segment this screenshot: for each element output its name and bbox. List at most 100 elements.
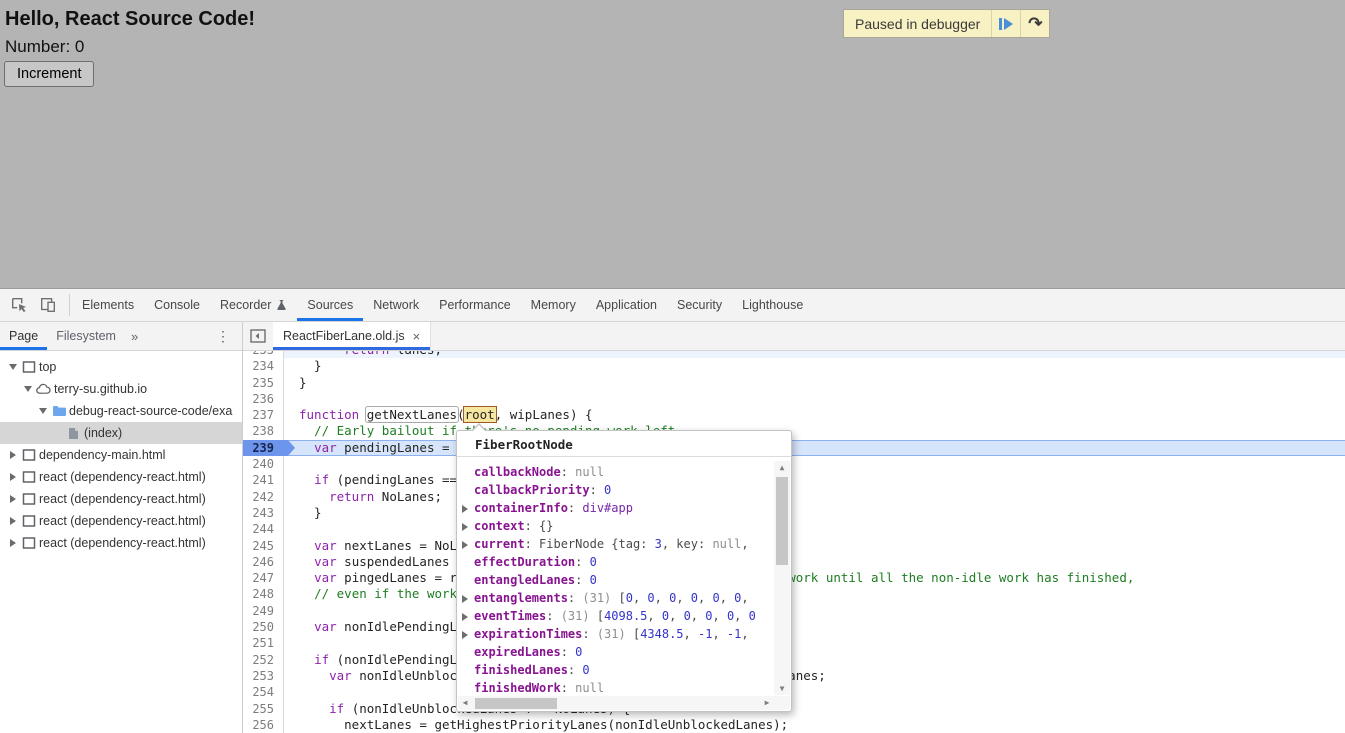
step-over-icon: ↷ [1028,14,1043,33]
code-line-247: 247 var pingedLanes = root.pingedLanes; … [243,570,1345,587]
tab-memory[interactable]: Memory [521,289,586,321]
tree-caret-icon[interactable] [6,451,19,459]
popover-horizontal-scrollbar[interactable]: ◀ ▶ [458,696,790,710]
tab-application[interactable]: Application [586,289,667,321]
more-tabs-button[interactable]: » [125,329,144,344]
tree-item--index-[interactable]: (index) [0,422,242,444]
hide-navigator-icon[interactable] [243,322,273,350]
line-number-256[interactable]: 256 [243,716,284,733]
tree-item-debug-react-source-code-exa[interactable]: debug-react-source-code/exa [0,400,242,422]
code-line-248: 248 // even if the work is suspended. [243,586,1345,603]
tree-caret-icon[interactable] [6,539,19,547]
step-over-button[interactable]: ↷ [1020,10,1049,37]
line-number-237[interactable]: 237 [243,407,284,424]
expand-arrow-icon[interactable] [462,594,468,603]
tree-caret-icon[interactable] [6,364,19,370]
property-name: finishedLanes [474,663,568,677]
code-line-251: 251 [243,635,1345,652]
property-callbackNode: callbackNode: null [474,465,605,479]
increment-button[interactable]: Increment [4,61,95,87]
toolbar-divider [69,294,70,316]
tree-item-react-dependency-react-html-[interactable]: react (dependency-react.html) [0,510,242,532]
expand-arrow-icon[interactable] [462,522,468,531]
tree-item-react-dependency-react-html-[interactable]: react (dependency-react.html) [0,532,242,554]
horizontal-scroll-thumb[interactable] [475,697,557,709]
line-number-250[interactable]: 250 [243,619,284,636]
property-name: entangledLanes [474,573,576,587]
tab-network[interactable]: Network [363,289,429,321]
line-number-245[interactable]: 245 [243,537,284,554]
expand-arrow-icon[interactable] [462,504,468,513]
code-text: } [299,358,322,374]
line-number-249[interactable]: 249 [243,602,284,620]
tree-caret-icon[interactable] [6,473,19,481]
popover-vertical-scrollbar[interactable]: ▲ ▼ [774,461,790,695]
tree-item-react-dependency-react-html-[interactable]: react (dependency-react.html) [0,466,242,488]
code-text: // Early bailout if there's no pending w… [314,423,683,439]
line-number-244[interactable]: 244 [243,521,284,538]
tree-item-react-dependency-react-html-[interactable]: react (dependency-react.html) [0,488,242,510]
line-number-238[interactable]: 238 [243,423,284,440]
line-number-235[interactable]: 235 [243,374,284,391]
line-number-240[interactable]: 240 [243,456,284,473]
code-text: function getNextLanes(root, wipLanes) { [299,406,593,424]
scroll-up-icon[interactable]: ▲ [774,461,790,474]
navigator-tab-filesystem[interactable]: Filesystem [47,322,125,350]
navigator-tab-page[interactable]: Page [0,322,48,350]
code-text: if (nonIdlePendingLanes !== NoLanes) { [314,651,600,667]
expand-arrow-icon[interactable] [462,612,468,621]
line-number-233[interactable]: 233 [243,351,284,359]
property-entangledLanes: entangledLanes: 0 [474,573,597,587]
line-number-242[interactable]: 242 [243,488,284,505]
code-line-252: 252 if (nonIdlePendingLanes !== NoLanes)… [243,651,1345,668]
tree-caret-icon[interactable] [6,495,19,503]
inspect-element-icon[interactable] [9,295,29,315]
scroll-right-icon[interactable]: ▶ [760,696,774,710]
tab-performance[interactable]: Performance [429,289,521,321]
line-number-248[interactable]: 248 [243,586,284,603]
tree-item-dependency-main-html[interactable]: dependency-main.html [0,444,242,466]
scroll-down-icon[interactable]: ▼ [774,682,790,695]
line-number-234[interactable]: 234 [243,358,284,375]
line-number-253[interactable]: 253 [243,667,284,685]
code-text: var nonIdleUnblockedLanes = nonIdlePendi… [329,667,826,683]
tab-lighthouse[interactable]: Lighthouse [732,289,813,321]
tree-caret-icon[interactable] [21,386,34,392]
line-number-239[interactable]: 239 [243,439,284,457]
tab-recorder[interactable]: Recorder [210,289,297,321]
vertical-scroll-thumb[interactable] [776,477,788,565]
scroll-left-icon[interactable]: ◀ [458,696,472,710]
frame-icon [19,360,38,374]
tab-elements[interactable]: Elements [72,289,144,321]
tree-caret-icon[interactable] [6,517,19,525]
tab-console[interactable]: Console [144,289,210,321]
line-number-255[interactable]: 255 [243,700,284,717]
resume-script-button[interactable] [991,10,1020,37]
file-tab-reactfiberlane[interactable]: ReactFiberLane.old.js × [273,322,432,350]
tab-security[interactable]: Security [667,289,732,321]
tree-item-label: react (dependency-react.html) [39,492,206,506]
line-number-243[interactable]: 243 [243,504,284,522]
property-name: effectDuration [474,555,576,569]
code-text: var nextLanes = NoLanes; [314,537,495,553]
close-tab-icon[interactable]: × [413,329,421,344]
tree-caret-icon[interactable] [36,408,49,414]
line-number-247[interactable]: 247 [243,570,284,587]
line-number-251[interactable]: 251 [243,635,284,652]
line-number-254[interactable]: 254 [243,684,284,701]
expand-arrow-icon[interactable] [462,630,468,639]
tree-item-terry-su-github-io[interactable]: terry-su.github.io [0,378,242,400]
tree-item-top[interactable]: top [0,356,242,378]
tab-sources[interactable]: Sources [297,289,364,321]
line-number-241[interactable]: 241 [243,472,284,489]
expand-arrow-icon[interactable] [462,540,468,549]
navigator-menu-icon[interactable]: ⋮ [204,328,242,345]
line-number-252[interactable]: 252 [243,651,284,668]
device-toolbar-icon[interactable] [38,295,58,315]
line-number-246[interactable]: 246 [243,553,284,571]
tree-item-label: top [39,360,57,374]
line-number-236[interactable]: 236 [243,390,284,408]
property-context: context: {} [457,517,791,535]
